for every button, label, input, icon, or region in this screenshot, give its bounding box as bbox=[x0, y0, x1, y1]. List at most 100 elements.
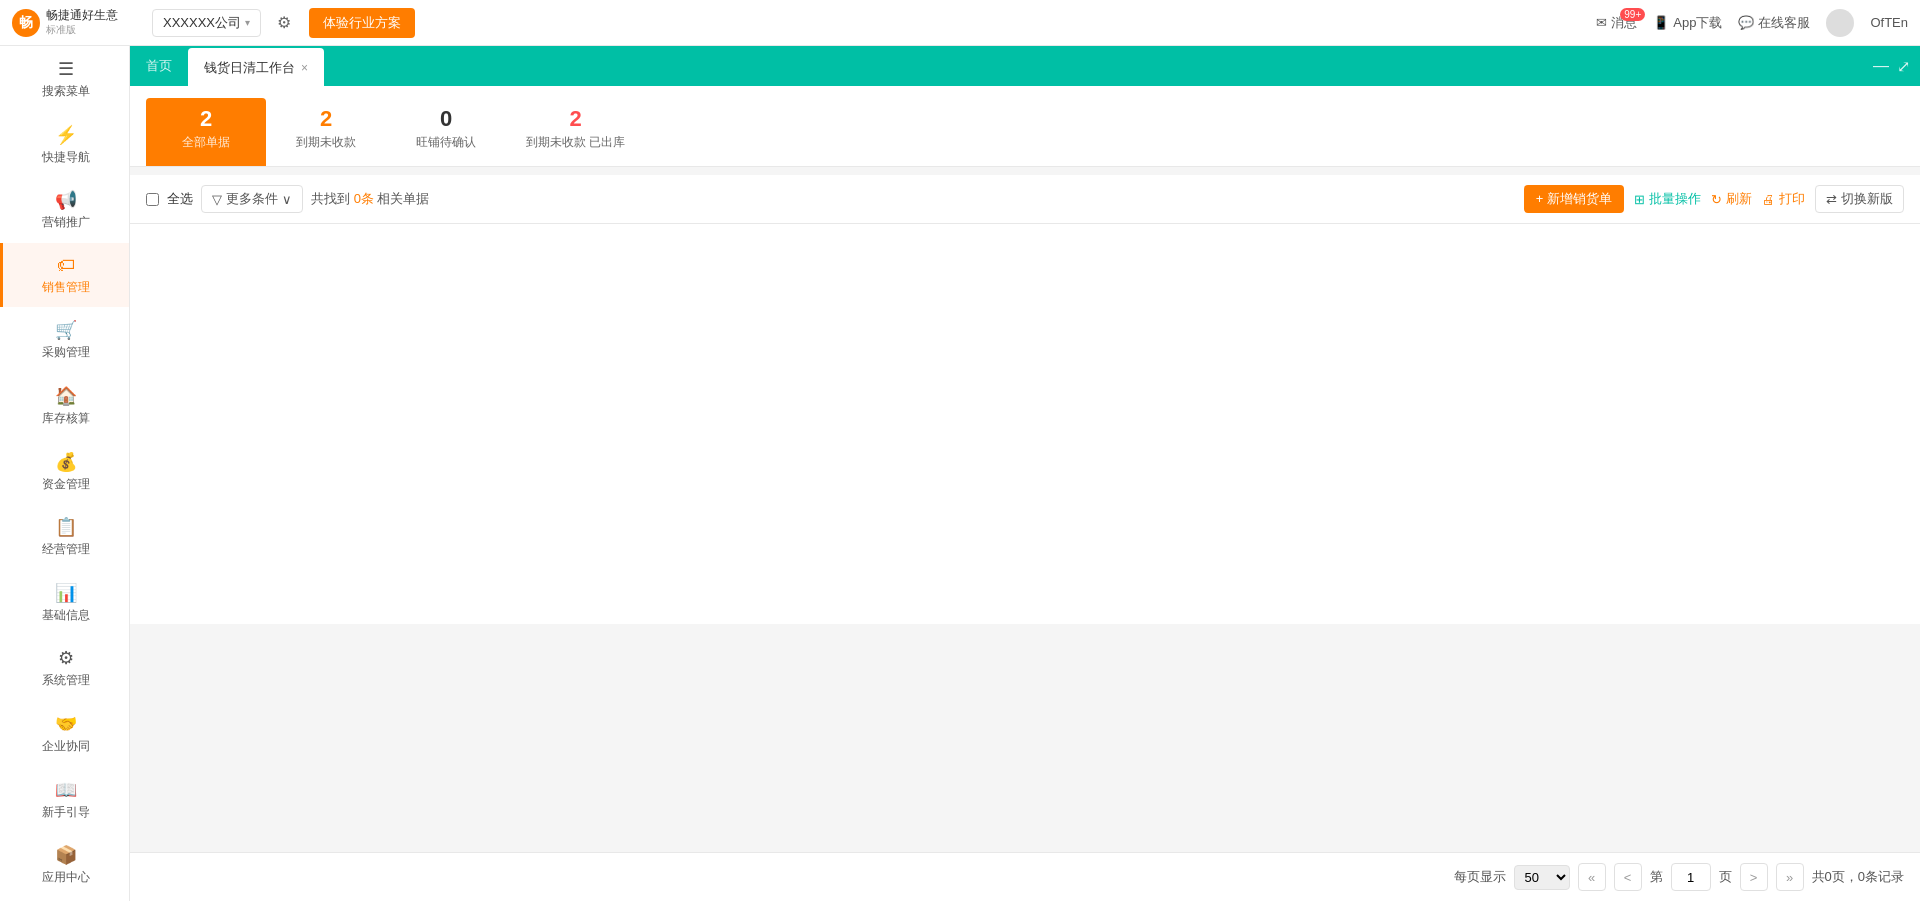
logo-icon: 畅 bbox=[12, 9, 40, 37]
sidebar-item-marketing[interactable]: 📢 营销推广 bbox=[0, 177, 129, 243]
stat-pending-num: 0 bbox=[406, 106, 486, 132]
sidebar-item-sales[interactable]: 🏷 销售管理 bbox=[0, 243, 129, 308]
sidebar-label-app-center: 应用中心 bbox=[42, 870, 90, 886]
header-right: ✉ 消息 99+ 📱 App下载 💬 在线客服 OfTEn bbox=[1596, 9, 1908, 37]
tab-current[interactable]: 钱货日清工作台 × bbox=[188, 48, 324, 88]
stat-overdue-num: 2 bbox=[286, 106, 366, 132]
table-area bbox=[130, 224, 1920, 624]
sidebar-label-system: 系统管理 bbox=[42, 673, 90, 689]
tab-home[interactable]: 首页 bbox=[130, 46, 188, 86]
filter-icon: ▽ bbox=[212, 192, 222, 207]
stat-all-num: 2 bbox=[166, 106, 246, 132]
sidebar-item-operations[interactable]: 📋 经营管理 bbox=[0, 504, 129, 570]
sidebar-item-basic-info[interactable]: 📊 基础信息 bbox=[0, 570, 129, 636]
sidebar-label-sales: 销售管理 bbox=[42, 280, 90, 296]
trial-button[interactable]: 体验行业方案 bbox=[309, 8, 415, 38]
guide-icon: 📖 bbox=[55, 779, 77, 801]
stat-overdue-out-num: 2 bbox=[526, 106, 625, 132]
switch-icon: ⇄ bbox=[1826, 192, 1837, 207]
tab-bar: 首页 钱货日清工作台 × — ⤢ bbox=[130, 46, 1920, 86]
logo-title: 畅捷通好生意 bbox=[46, 8, 118, 24]
tab-close-icon[interactable]: × bbox=[301, 61, 308, 75]
sidebar-item-app-center[interactable]: 📦 应用中心 bbox=[0, 832, 129, 898]
company-name: XXXXXX公司 bbox=[163, 14, 241, 32]
basic-info-icon: 📊 bbox=[55, 582, 77, 604]
sidebar-label-basic: 基础信息 bbox=[42, 608, 90, 624]
sidebar-item-quick-nav[interactable]: ⚡ 快捷导航 bbox=[0, 112, 129, 178]
stat-pending[interactable]: 0 旺铺待确认 bbox=[386, 98, 506, 166]
operations-icon: 📋 bbox=[55, 516, 77, 538]
app-download-button[interactable]: 📱 App下载 bbox=[1653, 14, 1722, 32]
refresh-button[interactable]: ↻ 刷新 bbox=[1711, 190, 1752, 208]
sidebar-item-guide[interactable]: 📖 新手引导 bbox=[0, 767, 129, 833]
first-page-button[interactable]: « bbox=[1578, 863, 1606, 891]
per-page-label: 每页显示 bbox=[1454, 868, 1506, 886]
tab-minimize-icon[interactable]: — bbox=[1873, 57, 1889, 75]
message-icon: ✉ bbox=[1596, 15, 1607, 30]
avatar[interactable] bbox=[1826, 9, 1854, 37]
sales-icon: 🏷 bbox=[57, 255, 75, 276]
message-button[interactable]: ✉ 消息 99+ bbox=[1596, 14, 1637, 32]
sidebar-label-purchase: 采购管理 bbox=[42, 345, 90, 361]
pagination-bar: 每页显示 50 100 200 « < 第 页 > » 共0页，0条记录 bbox=[130, 852, 1920, 901]
system-icon: ⚙ bbox=[58, 647, 74, 669]
sidebar-item-inventory[interactable]: 🏠 库存核算 bbox=[0, 373, 129, 439]
page-suffix: 页 bbox=[1719, 868, 1732, 886]
search-menu-icon: ☰ bbox=[58, 58, 74, 80]
stat-all[interactable]: 2 全部单据 bbox=[146, 98, 266, 166]
page-label: 第 bbox=[1650, 868, 1663, 886]
sidebar-item-finance[interactable]: 💰 资金管理 bbox=[0, 439, 129, 505]
sidebar-label-search: 搜索菜单 bbox=[42, 84, 90, 100]
stat-overdue-out-label: 到期未收款 已出库 bbox=[526, 134, 625, 151]
company-selector[interactable]: XXXXXX公司 ▾ bbox=[152, 9, 261, 37]
per-page-select[interactable]: 50 100 200 bbox=[1514, 865, 1570, 890]
print-icon: 🖨 bbox=[1762, 192, 1775, 207]
chevron-down-icon: ▾ bbox=[245, 17, 250, 28]
next-page-button[interactable]: > bbox=[1740, 863, 1768, 891]
switch-version-button[interactable]: ⇄ 切换新版 bbox=[1815, 185, 1904, 213]
purchase-icon: 🛒 bbox=[55, 319, 77, 341]
finance-icon: 💰 bbox=[55, 451, 77, 473]
print-label: 打印 bbox=[1779, 190, 1805, 208]
online-service-button[interactable]: 💬 在线客服 bbox=[1738, 14, 1810, 32]
sidebar-item-purchase[interactable]: 🛒 采购管理 bbox=[0, 307, 129, 373]
service-icon: 💬 bbox=[1738, 15, 1754, 30]
user-name[interactable]: OfTEn bbox=[1870, 15, 1908, 30]
batch-label: 批量操作 bbox=[1649, 190, 1701, 208]
top-header: 畅 畅捷通好生意 标准版 XXXXXX公司 ▾ ⚙ 体验行业方案 ✉ 消息 99… bbox=[0, 0, 1920, 46]
more-filter-button[interactable]: ▽ 更多条件 ∨ bbox=[201, 185, 303, 213]
message-badge: 99+ bbox=[1620, 8, 1645, 21]
refresh-icon: ↻ bbox=[1711, 192, 1722, 207]
tab-bar-actions: — ⤢ bbox=[1873, 57, 1920, 76]
sidebar-label-marketing: 营销推广 bbox=[42, 215, 90, 231]
page-body: 2 全部单据 2 到期未收款 0 旺铺待确认 2 到期未收款 已出库 bbox=[130, 86, 1920, 852]
prev-page-button[interactable]: < bbox=[1614, 863, 1642, 891]
sidebar-label-cooperation: 企业协同 bbox=[42, 739, 90, 755]
page-number-input[interactable] bbox=[1671, 863, 1711, 891]
select-all-checkbox[interactable] bbox=[146, 193, 159, 206]
refresh-label: 刷新 bbox=[1726, 190, 1752, 208]
tab-maximize-icon[interactable]: ⤢ bbox=[1897, 57, 1910, 76]
sidebar-item-cooperation[interactable]: 🤝 企业协同 bbox=[0, 701, 129, 767]
stat-overdue-out[interactable]: 2 到期未收款 已出库 bbox=[506, 98, 645, 166]
batch-operation-button[interactable]: ⊞ 批量操作 bbox=[1634, 190, 1701, 208]
app-download-icon: 📱 bbox=[1653, 15, 1669, 30]
tab-current-label: 钱货日清工作台 bbox=[204, 59, 295, 77]
select-all-label: 全选 bbox=[167, 190, 193, 208]
switch-label: 切换新版 bbox=[1841, 190, 1893, 208]
new-sales-button[interactable]: + 新增销货单 bbox=[1524, 185, 1624, 213]
stat-overdue[interactable]: 2 到期未收款 bbox=[266, 98, 386, 166]
total-text: 共0页，0条记录 bbox=[1812, 868, 1904, 886]
print-button[interactable]: 🖨 打印 bbox=[1762, 190, 1805, 208]
last-page-button[interactable]: » bbox=[1776, 863, 1804, 891]
toolbar: 全选 ▽ 更多条件 ∨ 共找到 0条 相关单据 + 新增销货单 ⊞ 批量操作 bbox=[130, 175, 1920, 224]
main-content: 首页 钱货日清工作台 × — ⤢ 2 全部单据 2 到期未收款 bbox=[130, 46, 1920, 901]
layout: ☰ 搜索菜单 ⚡ 快捷导航 📢 营销推广 🏷 销售管理 🛒 采购管理 🏠 库存核… bbox=[0, 0, 1920, 901]
found-text: 共找到 0条 相关单据 bbox=[311, 190, 429, 208]
sidebar-item-search-menu[interactable]: ☰ 搜索菜单 bbox=[0, 46, 129, 112]
online-service-label: 在线客服 bbox=[1758, 14, 1810, 32]
settings-button[interactable]: ⚙ bbox=[269, 8, 299, 38]
sidebar-item-system[interactable]: ⚙ 系统管理 bbox=[0, 635, 129, 701]
toolbar-right: + 新增销货单 ⊞ 批量操作 ↻ 刷新 🖨 打印 ⇄ bbox=[1524, 185, 1904, 213]
app-download-label: App下载 bbox=[1673, 14, 1722, 32]
